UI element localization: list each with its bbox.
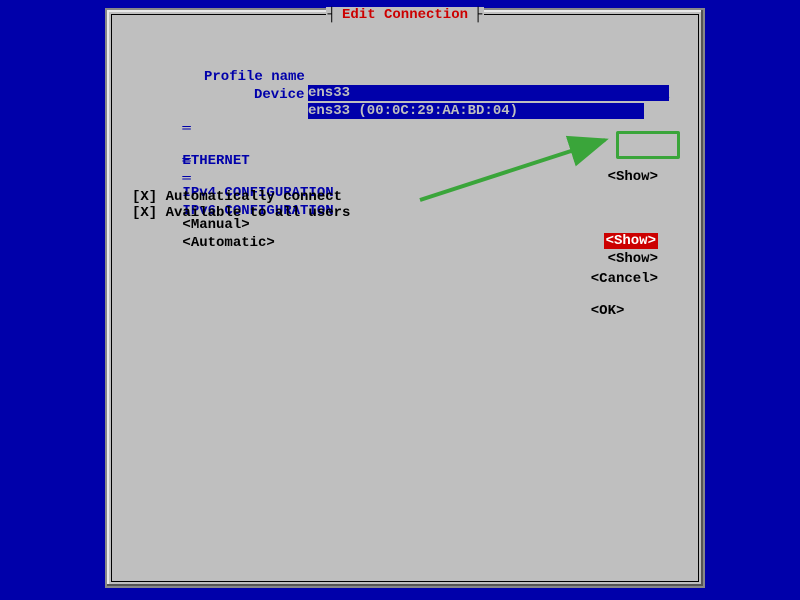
cancel-button[interactable]: <Cancel> — [591, 271, 658, 287]
title-left-pipe: ┤ — [326, 7, 338, 23]
edit-connection-dialog: ┤Edit Connection├ Profile name ens33____… — [105, 8, 705, 588]
ok-button[interactable]: <OK> — [591, 303, 625, 319]
dialog-title: Edit Connection — [338, 7, 472, 23]
title-right-pipe: ├ — [472, 7, 484, 23]
dialog-title-row: ┤Edit Connection├ — [112, 7, 698, 23]
device-label: Device — [254, 87, 304, 103]
section-marker-ethernet: ═ — [182, 121, 190, 137]
annotation-highlight-box — [616, 131, 680, 159]
all-users-checkbox[interactable]: [X] Available to all users — [132, 205, 678, 223]
dialog-frame: ┤Edit Connection├ Profile name ens33____… — [111, 14, 699, 582]
section-marker-ipv6: ═ — [182, 171, 190, 187]
